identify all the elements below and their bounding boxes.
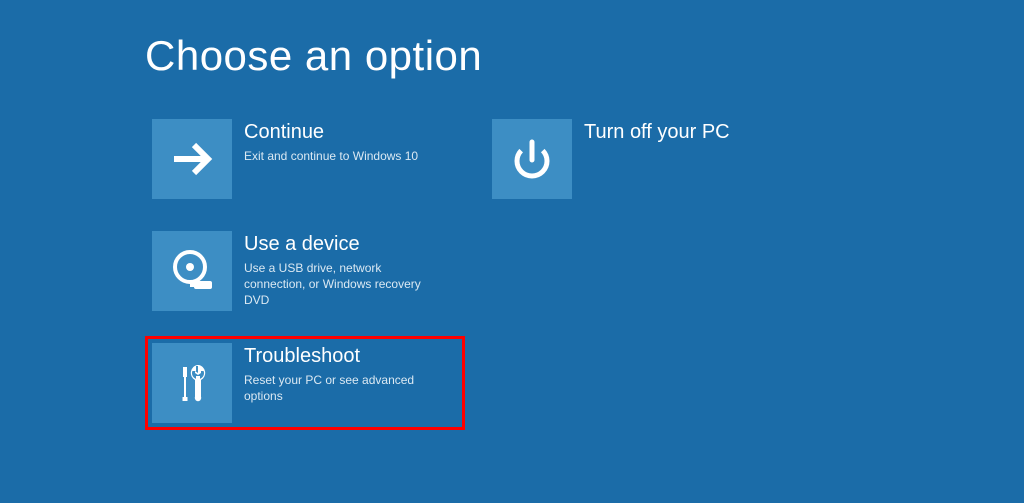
continue-text: Continue Exit and continue to Windows 10 — [232, 119, 418, 164]
continue-desc: Exit and continue to Windows 10 — [244, 148, 418, 164]
troubleshoot-desc: Reset your PC or see advanced options — [244, 372, 442, 404]
troubleshoot-tile[interactable]: Troubleshoot Reset your PC or see advanc… — [145, 336, 465, 430]
troubleshoot-text: Troubleshoot Reset your PC or see advanc… — [232, 343, 442, 404]
use-device-desc: Use a USB drive, network connection, or … — [244, 260, 442, 309]
continue-title: Continue — [244, 121, 418, 144]
arrow-right-icon — [152, 119, 232, 199]
options-grid: Continue Exit and continue to Windows 10… — [145, 112, 1024, 430]
power-off-tile[interactable]: Turn off your PC — [485, 112, 805, 206]
use-device-title: Use a device — [244, 233, 442, 256]
use-device-text: Use a device Use a USB drive, network co… — [232, 231, 442, 309]
disc-device-icon — [152, 231, 232, 311]
recovery-options-screen: Choose an option Continue Exit and conti… — [0, 0, 1024, 430]
use-device-tile[interactable]: Use a device Use a USB drive, network co… — [145, 224, 465, 318]
continue-tile[interactable]: Continue Exit and continue to Windows 10 — [145, 112, 465, 206]
troubleshoot-title: Troubleshoot — [244, 345, 442, 368]
power-off-text: Turn off your PC — [572, 119, 730, 148]
power-icon — [492, 119, 572, 199]
power-off-title: Turn off your PC — [584, 121, 730, 144]
page-title: Choose an option — [145, 32, 1024, 80]
tools-icon — [152, 343, 232, 423]
